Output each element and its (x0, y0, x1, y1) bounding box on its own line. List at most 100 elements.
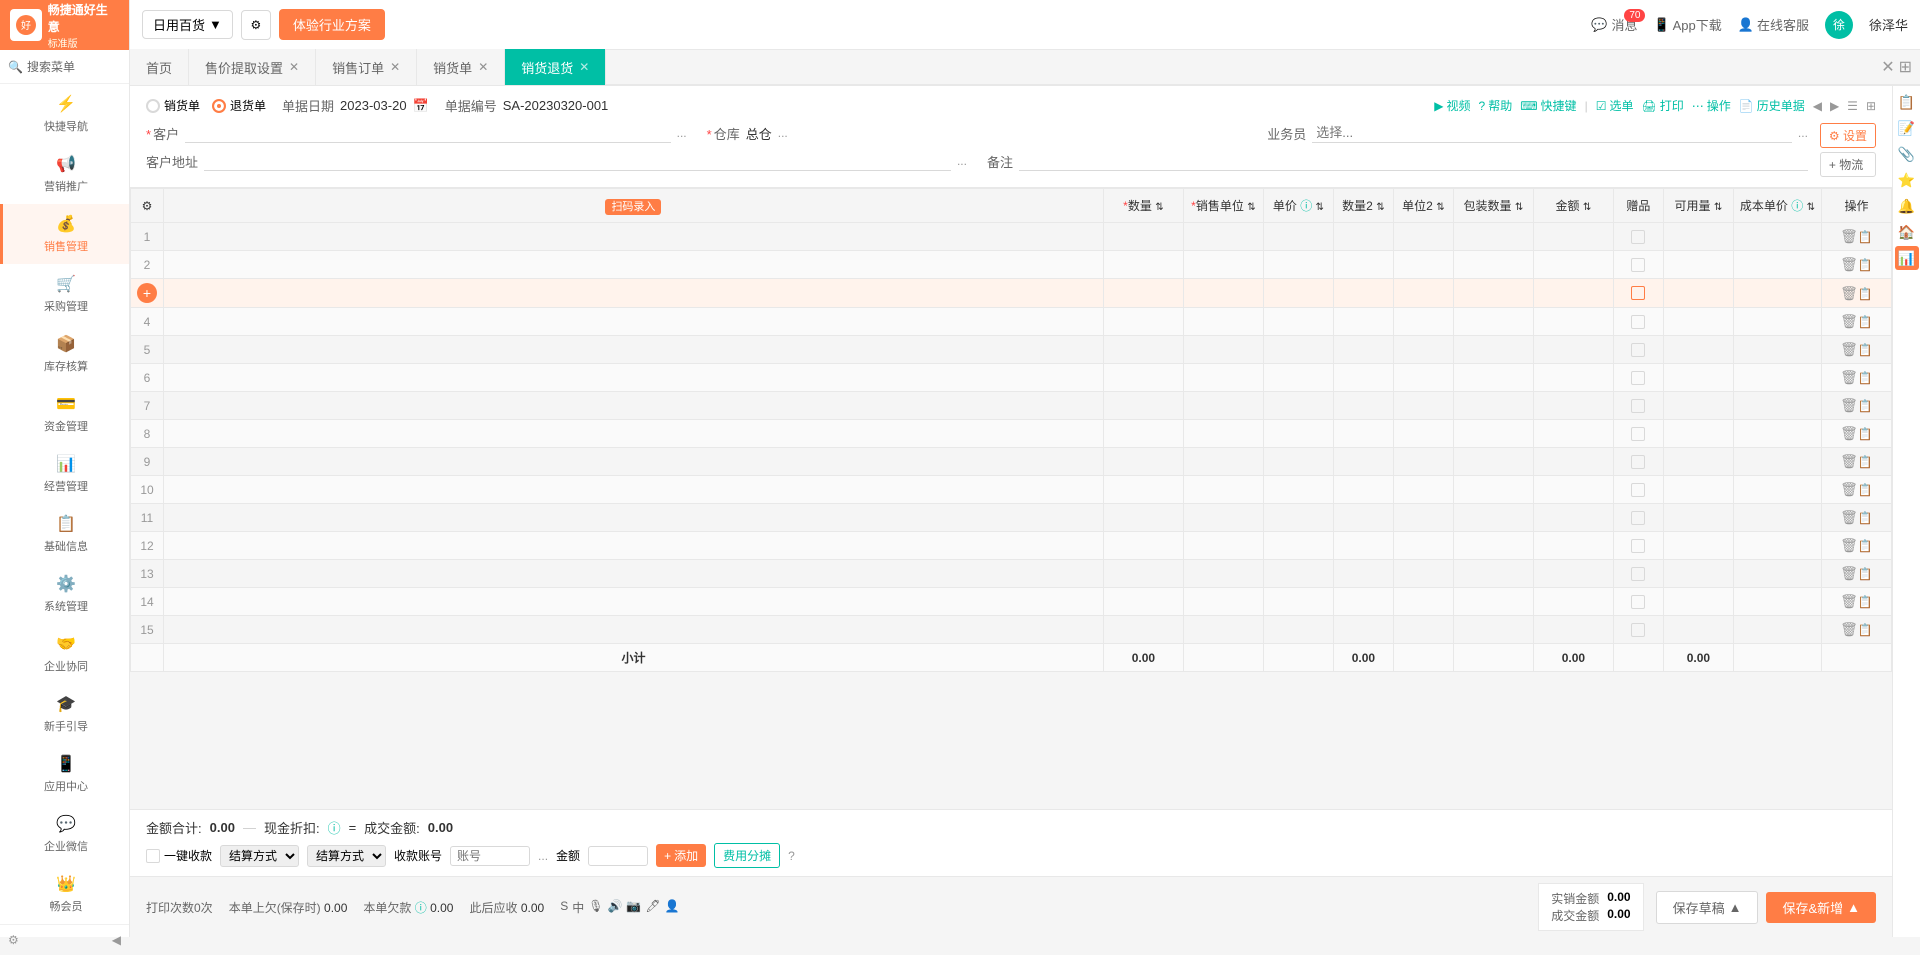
sidebar-item-wechat[interactable]: 💬 企业微信 (0, 804, 129, 864)
sidebar-item-quick[interactable]: ⚡ 快捷导航 (0, 84, 129, 144)
qty2-cell[interactable] (1333, 223, 1393, 251)
qty2-sort-icon[interactable]: ⇅ (1376, 202, 1384, 213)
avail-sort-icon[interactable]: ⇅ (1714, 202, 1722, 213)
copy-row-icon[interactable]: 📋 (1858, 399, 1873, 413)
calc-method-select[interactable]: 结算方式 (307, 845, 386, 867)
customer-dots[interactable]: ... (677, 126, 687, 140)
price-sort-icon[interactable]: ⇅ (1316, 202, 1324, 213)
unit-sort-icon[interactable]: ⇅ (1247, 202, 1255, 213)
th-settings[interactable]: ⚙ (131, 189, 164, 223)
fee-split-help-icon[interactable]: ? (788, 849, 795, 863)
right-panel-btn-5[interactable]: 🔔 (1895, 194, 1919, 218)
tab-close-sales-order[interactable]: ✕ (390, 60, 400, 74)
copy-row-icon[interactable]: 📋 (1858, 315, 1873, 329)
salesperson-input[interactable] (1312, 123, 1792, 143)
sidebar-item-enterprise[interactable]: 🤝 企业协同 (0, 624, 129, 684)
add-row-button[interactable]: + (137, 283, 157, 303)
sidebar-item-sales[interactable]: 💰 销售管理 (0, 204, 129, 264)
gift-checkbox-active[interactable] (1631, 286, 1645, 300)
copy-row-icon[interactable]: 📋 (1858, 511, 1873, 525)
sidebar-item-newbie[interactable]: 🎓 新手引导 (0, 684, 129, 744)
goods-cell[interactable] (164, 223, 1104, 251)
calendar-icon[interactable]: 📅 (413, 98, 429, 114)
gift-checkbox[interactable] (1631, 455, 1645, 469)
customer-addr-input[interactable] (204, 151, 951, 171)
account-input[interactable] (450, 846, 530, 866)
copy-row-icon[interactable]: 📋 (1858, 455, 1873, 469)
goods-input[interactable] (170, 286, 1097, 300)
owe-info[interactable]: ⓘ (415, 901, 427, 915)
search-menu-item[interactable]: 🔍 搜索菜单 (0, 50, 129, 84)
delete-row-icon[interactable]: 🗑 (1840, 453, 1858, 469)
list-view-icon[interactable]: ☰ (1847, 99, 1858, 113)
print-btn[interactable]: 🖨 打印 (1641, 97, 1683, 114)
delete-row-icon[interactable]: 🗑 (1840, 593, 1858, 609)
tab-sales-delivery[interactable]: 销货单 ✕ (417, 49, 505, 85)
settings-bottom-icon[interactable]: ⚙ (8, 933, 19, 947)
sidebar-item-operations[interactable]: 📊 经营管理 (0, 444, 129, 504)
tab-sales-order[interactable]: 销售订单 ✕ (316, 49, 417, 85)
cash-discount-info[interactable]: ⓘ (328, 818, 341, 837)
copy-row-icon[interactable]: 📋 (1858, 483, 1873, 497)
right-panel-btn-6[interactable]: 🏠 (1895, 220, 1919, 244)
online-service-link[interactable]: 👤 在线客服 (1738, 15, 1809, 34)
gift-checkbox[interactable] (1631, 567, 1645, 581)
bottom-icon-2[interactable]: 中 (572, 899, 584, 916)
copy-row-icon[interactable]: 📋 (1858, 427, 1873, 441)
video-link[interactable]: ▶ 视频 (1434, 97, 1470, 114)
copy-row-icon[interactable]: 📋 (1858, 539, 1873, 553)
delete-row-icon[interactable]: 🗑 (1840, 313, 1858, 329)
logistics-button[interactable]: + 物流 (1820, 152, 1876, 177)
save-draft-button[interactable]: 保存草稿 ▲ (1656, 891, 1759, 924)
delete-row-icon[interactable]: 🗑 (1840, 481, 1858, 497)
salesperson-dots[interactable]: ... (1798, 126, 1808, 140)
gift-checkbox[interactable] (1631, 258, 1645, 272)
bottom-icon-7[interactable]: 👤 (665, 899, 680, 916)
tab-price-setting[interactable]: 售价提取设置 ✕ (189, 49, 316, 85)
select-btn[interactable]: ☑ 选单 (1596, 97, 1634, 114)
sidebar-item-marketing[interactable]: 📢 营销推广 (0, 144, 129, 204)
copy-row-icon[interactable]: 📋 (1858, 595, 1873, 609)
price-cell[interactable] (1263, 223, 1333, 251)
bottom-icon-6[interactable]: 🖊 (645, 899, 660, 916)
delete-row-icon[interactable]: 🗑 (1840, 397, 1858, 413)
industry-dropdown[interactable]: 日用百货 ▼ (142, 10, 233, 39)
pack-cell[interactable] (1453, 223, 1533, 251)
gift-checkbox[interactable] (1631, 595, 1645, 609)
delete-row-icon[interactable]: 🗑 (1840, 537, 1858, 553)
onepay-checkbox[interactable]: 一键收款 (146, 847, 212, 864)
gift-checkbox[interactable] (1631, 427, 1645, 441)
tab-close-return[interactable]: ✕ (579, 60, 589, 74)
prev-doc-icon[interactable]: ◀ (1813, 99, 1822, 113)
message-button[interactable]: 💬 消息 70 (1591, 15, 1637, 34)
pack-sort-icon[interactable]: ⇅ (1515, 202, 1523, 213)
delete-row-icon[interactable]: 🗑 (1840, 228, 1858, 244)
save-new-button[interactable]: 保存&新增 ▲ (1766, 892, 1876, 923)
right-panel-btn-3[interactable]: 📎 (1895, 142, 1919, 166)
radio-return[interactable]: 退货单 (212, 97, 266, 114)
customer-input[interactable] (185, 123, 671, 143)
scan-input-button[interactable]: 扫码录入 (605, 199, 661, 215)
right-panel-btn-2[interactable]: 📝 (1895, 116, 1919, 140)
sidebar-item-basic[interactable]: 📋 基础信息 (0, 504, 129, 564)
app-download-link[interactable]: 📱 App下载 (1653, 15, 1721, 34)
radio-delivery[interactable]: 销货单 (146, 97, 200, 114)
tab-sales-return[interactable]: 销货退货 ✕ (505, 49, 606, 85)
shortcut-link[interactable]: ⌨ 快捷键 (1520, 97, 1576, 114)
grid-view-icon[interactable]: ⊞ (1866, 99, 1876, 113)
settlement-method-select[interactable]: 结算方式 (220, 845, 299, 867)
gift-checkbox[interactable] (1631, 230, 1645, 244)
gift-checkbox[interactable] (1631, 539, 1645, 553)
bottom-icon-1[interactable]: S (560, 899, 568, 916)
help-link[interactable]: ? 帮助 (1479, 97, 1513, 114)
right-panel-btn-4[interactable]: ⭐ (1895, 168, 1919, 192)
delete-row-icon[interactable]: 🗑 (1840, 565, 1858, 581)
unit-cell[interactable] (1183, 223, 1263, 251)
tab-home[interactable]: 首页 (130, 49, 189, 85)
amount-cell[interactable] (1533, 223, 1613, 251)
amount-input[interactable] (588, 846, 648, 866)
delete-row-icon[interactable]: 🗑 (1840, 621, 1858, 637)
warehouse-dots[interactable]: ... (778, 126, 788, 140)
bottom-icon-4[interactable]: 🔊 (607, 899, 622, 916)
collapse-icon[interactable]: ◀ (112, 933, 121, 947)
